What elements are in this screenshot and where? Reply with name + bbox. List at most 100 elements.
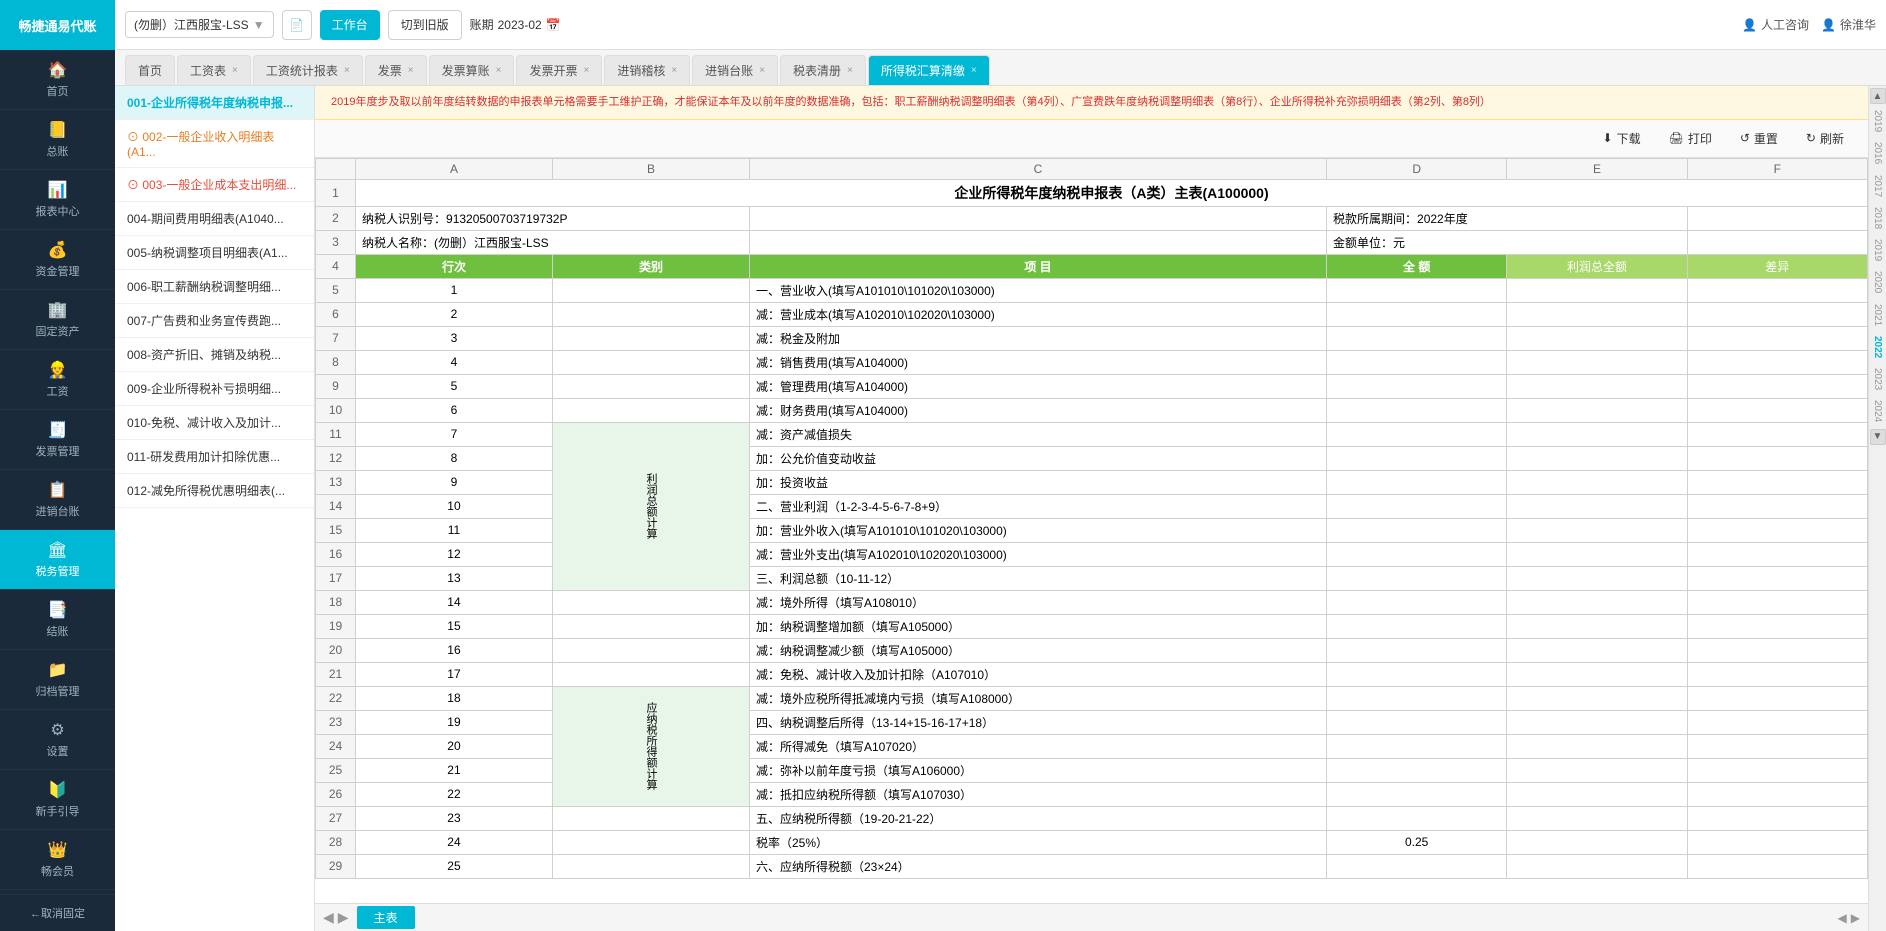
tab-tax-clearance-close[interactable]: × (847, 65, 853, 76)
table-row: 27 23 五、应纳税所得额（19-20-21-22） (316, 806, 1868, 830)
left-item-007[interactable]: 007-广告费和业务宣传费跑... (115, 304, 314, 338)
tab-payroll-stats-close[interactable]: × (344, 65, 350, 76)
sidebar-item-home[interactable]: 🏠 首页 (0, 50, 115, 110)
sidebar-item-archive[interactable]: 📁 归档管理 (0, 650, 115, 710)
scroll-right-icon[interactable]: ▶ (1851, 911, 1860, 925)
table-area[interactable]: A B C D E F 1 (315, 158, 1868, 904)
year-2021[interactable]: 2021 (1870, 300, 1885, 330)
cell-rownum: 25 (356, 854, 553, 878)
tab-invoice-open[interactable]: 发票开票 × (516, 55, 602, 85)
scroll-down-btn[interactable]: ▼ (1870, 429, 1886, 445)
cell-profit (1507, 638, 1687, 662)
sidebar-item-payroll[interactable]: 👷 工资 (0, 350, 115, 410)
sidebar-item-purchase-sales[interactable]: 📋 进销台账 (0, 470, 115, 530)
workbench-button[interactable]: 工作台 (320, 10, 380, 40)
left-item-005[interactable]: 005-纳税调整项目明细表(A1... (115, 236, 314, 270)
year-2024[interactable]: 2024 (1870, 396, 1885, 426)
tab-invoice-close[interactable]: × (408, 65, 414, 76)
switch-version-button[interactable]: 切到旧版 (388, 10, 462, 40)
user-avatar-icon: 👤 (1821, 18, 1836, 32)
cell-profit (1507, 518, 1687, 542)
left-item-002[interactable]: ⊙ 002-一般企业收入明细表(A1... (115, 120, 314, 168)
tab-audit[interactable]: 进销稽核 × (604, 55, 690, 85)
sidebar-item-settings[interactable]: ⚙ 设置 (0, 710, 115, 770)
year-2017[interactable]: 2017 (1870, 171, 1885, 201)
sidebar-item-reports[interactable]: 📊 报表中心 (0, 170, 115, 230)
tab-payroll-stats[interactable]: 工资统计报表 × (253, 55, 363, 85)
col-profit-header: 利润总全额 (1507, 254, 1687, 278)
year-2020[interactable]: 2020 (1870, 267, 1885, 297)
cell-diff (1687, 446, 1867, 470)
sheet-tab-main[interactable]: 主表 (357, 906, 415, 929)
table-row: 25 21 减：弥补以前年度亏损（填写A106000） (316, 758, 1868, 782)
left-item-006[interactable]: 006-职工薪酬纳税调整明细... (115, 270, 314, 304)
sidebar-item-tax[interactable]: 🏛 税务管理 (0, 530, 115, 590)
sidebar-item-invoice[interactable]: 🧾 发票管理 (0, 410, 115, 470)
table-row: 28 24 税率（25%） 0.25 (316, 830, 1868, 854)
row-number: 20 (316, 638, 356, 662)
sidebar-item-ledger[interactable]: 📒 总账 (0, 110, 115, 170)
user-profile-btn[interactable]: 👤 徐淮华 (1821, 16, 1876, 33)
cell-diff (1687, 398, 1867, 422)
sheet-tabs-bar: ◀ ▶ 主表 ◀ ▶ (315, 903, 1868, 931)
sidebar-item-finance[interactable]: 💰 资金管理 (0, 230, 115, 290)
left-item-010[interactable]: 010-免税、减计收入及加计... (115, 406, 314, 440)
next-sheet-arrow[interactable]: ▶ (338, 909, 349, 926)
invoice-icon: 🧾 (48, 420, 68, 440)
sidebar-item-close[interactable]: 📑 结账 (0, 590, 115, 650)
tab-payroll-close[interactable]: × (232, 65, 238, 76)
left-item-003[interactable]: ⊙ 003-一般企业成本支出明细... (115, 168, 314, 202)
document-icon-btn[interactable]: 📄 (282, 10, 312, 40)
left-item-012[interactable]: 012-减免所得税优惠明细表(... (115, 474, 314, 508)
col-diff-header: 差异 (1687, 254, 1867, 278)
scroll-up-btn[interactable]: ▲ (1870, 88, 1886, 104)
sidebar-pin-toggle[interactable]: ←取消固定 (0, 894, 115, 931)
prev-sheet-arrow[interactable]: ◀ (323, 909, 334, 926)
tab-income-tax-close[interactable]: × (971, 65, 977, 76)
company-selector[interactable]: (勿删）江西服宝-LSS ▼ (125, 11, 274, 38)
cell-category (552, 638, 749, 662)
cell-diff (1687, 614, 1867, 638)
tab-invoice[interactable]: 发票 × (365, 55, 427, 85)
tab-invoice-calc[interactable]: 发票算账 × (429, 55, 515, 85)
refresh-button[interactable]: ↻ 刷新 (1798, 126, 1852, 151)
tab-home[interactable]: 首页 (125, 55, 175, 85)
year-2023[interactable]: 2023 (1870, 364, 1885, 394)
print-button[interactable]: 🖨 打印 (1661, 126, 1720, 151)
tab-invoice-calc-close[interactable]: × (496, 65, 502, 76)
sheet-nav-arrows[interactable]: ◀ ▶ (323, 909, 349, 926)
left-item-001[interactable]: 001-企业所得税年度纳税申报... (115, 86, 314, 120)
tab-invoice-open-close[interactable]: × (583, 65, 589, 76)
app-logo: 畅捷通易代账 (0, 0, 115, 50)
cell-item: 减：税金及附加 (749, 326, 1326, 350)
reset-button[interactable]: ↺ 重置 (1732, 126, 1786, 151)
cell-amount[interactable]: 0.25 (1327, 830, 1507, 854)
table-row: 11 7 利润总额计算 减：资产减值损失 (316, 422, 1868, 446)
sidebar-item-guide[interactable]: 🔰 新手引导 (0, 770, 115, 830)
year-2019-top[interactable]: 2019 (1870, 106, 1885, 136)
year-2019[interactable]: 2019 (1870, 235, 1885, 265)
scroll-left-icon[interactable]: ◀ (1838, 911, 1847, 925)
tab-ledger-close[interactable]: × (759, 65, 765, 76)
row-number: 13 (316, 470, 356, 494)
year-2022[interactable]: 2022 (1870, 332, 1885, 362)
left-item-004[interactable]: 004-期间费用明细表(A1040... (115, 202, 314, 236)
period-label-cell: 税款所属期间：2022年度 (1327, 206, 1688, 230)
cell-empty (1687, 230, 1867, 254)
tab-income-tax[interactable]: 所得税汇算清缴 × (868, 55, 990, 85)
user-service-btn[interactable]: 👤 人工咨询 (1742, 16, 1809, 33)
tab-payroll[interactable]: 工资表 × (177, 55, 251, 85)
sidebar-item-assets[interactable]: 🏢 固定资产 (0, 290, 115, 350)
sidebar-item-member[interactable]: 👑 畅会员 (0, 830, 115, 890)
year-2018[interactable]: 2018 (1870, 203, 1885, 233)
left-item-009[interactable]: 009-企业所得税补亏损明细... (115, 372, 314, 406)
tab-ledger[interactable]: 进销台账 × (692, 55, 778, 85)
left-item-008[interactable]: 008-资产折旧、摊销及纳税... (115, 338, 314, 372)
download-button[interactable]: ⬇ 下载 (1595, 126, 1649, 151)
tab-audit-close[interactable]: × (671, 65, 677, 76)
left-item-011[interactable]: 011-研发费用加计扣除优惠... (115, 440, 314, 474)
tab-tax-clearance[interactable]: 税表清册 × (780, 55, 866, 85)
year-2016[interactable]: 2016 (1870, 138, 1885, 168)
row-number: 28 (316, 830, 356, 854)
corner-header (316, 158, 356, 179)
